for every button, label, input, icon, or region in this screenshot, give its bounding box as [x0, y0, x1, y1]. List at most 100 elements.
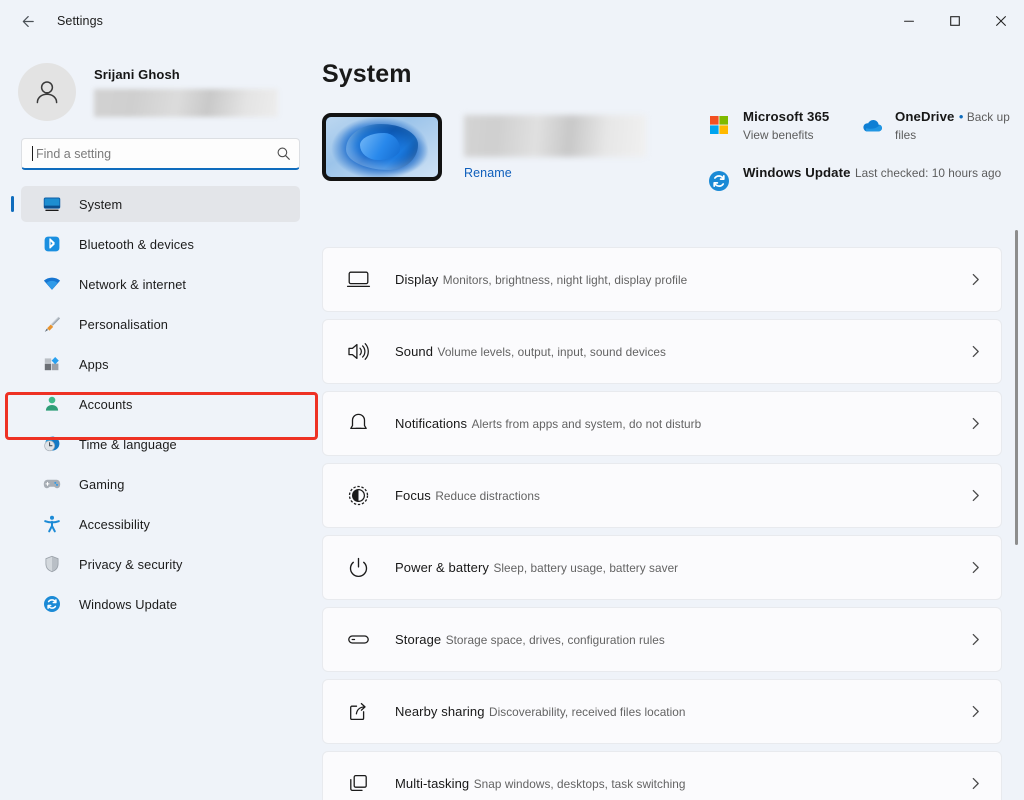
settings-item-subtitle: Storage space, drives, configuration rul… — [445, 632, 665, 647]
service-microsoft-365[interactable]: Microsoft 365 View benefits — [706, 108, 858, 144]
window-title: Settings — [57, 14, 103, 28]
storage-drive-icon — [343, 625, 373, 655]
maximize-icon — [950, 16, 960, 26]
chevron-right-icon[interactable] — [968, 776, 983, 791]
main-scrollbar[interactable] — [1015, 42, 1018, 800]
settings-item-title: Notifications — [395, 415, 468, 431]
sidebar-item-gaming[interactable]: Gaming — [21, 466, 300, 502]
chevron-right-icon[interactable] — [968, 560, 983, 575]
paintbrush-icon — [41, 313, 63, 335]
sidebar-item-accessibility[interactable]: Accessibility — [21, 506, 300, 542]
service-subtitle: Last checked: 10 hours ago — [854, 166, 1002, 180]
search-input[interactable] — [33, 146, 276, 161]
apps-grid-icon — [41, 353, 63, 375]
shield-icon — [41, 553, 63, 575]
settings-item-title: Sound — [395, 343, 434, 359]
settings-item-title: Power & battery — [395, 559, 489, 575]
power-icon — [343, 553, 373, 583]
search-box[interactable] — [21, 138, 300, 170]
sidebar-item-network-internet[interactable]: Network & internet — [21, 266, 300, 302]
sidebar-item-personalisation[interactable]: Personalisation — [21, 306, 300, 342]
settings-item-body: Focus Reduce distractions — [395, 487, 968, 505]
settings-item-subtitle: Reduce distractions — [435, 488, 540, 503]
settings-item-body: Multi-tasking Snap windows, desktops, ta… — [395, 775, 968, 793]
settings-item-focus[interactable]: Focus Reduce distractions — [322, 463, 1002, 528]
settings-item-title: Display — [395, 271, 439, 287]
wifi-icon — [41, 273, 63, 295]
sidebar-item-label: Network & internet — [79, 276, 187, 292]
service-title: Windows Update — [743, 165, 851, 180]
sidebar-item-label: Time & language — [79, 436, 177, 452]
sidebar-item-label: Privacy & security — [79, 556, 183, 572]
chevron-right-icon[interactable] — [968, 704, 983, 719]
rename-link[interactable]: Rename — [464, 166, 646, 180]
sidebar-item-time-language[interactable]: Time & language — [21, 426, 300, 462]
chevron-right-icon[interactable] — [968, 272, 983, 287]
chevron-right-icon[interactable] — [968, 344, 983, 359]
settings-item-title: Nearby sharing — [395, 703, 485, 719]
profile-text: Srijani Ghosh — [94, 67, 278, 117]
settings-item-notifications[interactable]: Notifications Alerts from apps and syste… — [322, 391, 1002, 456]
settings-window: Settings Srijani Ghosh Find a setting Sy… — [0, 0, 1024, 800]
services-row-top: Microsoft 365 View benefits OneDrive • B… — [706, 108, 1022, 144]
settings-item-body: Sound Volume levels, output, input, soun… — [395, 343, 968, 361]
clock-globe-icon — [41, 433, 63, 455]
settings-item-title: Focus — [395, 487, 431, 503]
minimize-button[interactable] — [886, 0, 932, 42]
settings-item-title: Multi-tasking — [395, 775, 470, 791]
settings-item-subtitle: Monitors, brightness, night light, displ… — [442, 272, 688, 287]
search-container — [21, 138, 300, 170]
settings-item-body: Display Monitors, brightness, night ligh… — [395, 271, 968, 289]
sidebar-item-label: Apps — [79, 356, 109, 372]
user-profile[interactable]: Srijani Ghosh — [0, 42, 320, 128]
person-avatar-icon — [36, 81, 58, 104]
speaker-icon — [343, 337, 373, 367]
chevron-right-icon[interactable] — [968, 488, 983, 503]
scrollbar-thumb[interactable] — [1015, 230, 1018, 545]
close-button[interactable] — [978, 0, 1024, 42]
settings-item-nearby-sharing[interactable]: Nearby sharing Discoverability, received… — [322, 679, 1002, 744]
settings-item-storage[interactable]: Storage Storage space, drives, configura… — [322, 607, 1002, 672]
page-title: System — [322, 60, 412, 88]
avatar — [18, 63, 76, 121]
settings-item-power-battery[interactable]: Power & battery Sleep, battery usage, ba… — [322, 535, 1002, 600]
focus-moon-icon — [343, 481, 373, 511]
settings-item-sound[interactable]: Sound Volume levels, output, input, soun… — [322, 319, 1002, 384]
settings-item-multi-tasking[interactable]: Multi-tasking Snap windows, desktops, ta… — [322, 751, 1002, 800]
sidebar-item-bluetooth-devices[interactable]: Bluetooth & devices — [21, 226, 300, 262]
sidebar-item-windows-update[interactable]: Windows Update — [21, 586, 300, 622]
account-person-icon — [41, 393, 63, 415]
settings-item-display[interactable]: Display Monitors, brightness, night ligh… — [322, 247, 1002, 312]
service-title: OneDrive — [895, 109, 955, 124]
onedrive-cloud-icon — [858, 112, 884, 138]
service-text: Microsoft 365 View benefits — [743, 108, 858, 144]
sidebar-item-apps[interactable]: Apps — [21, 346, 300, 382]
search-icon[interactable] — [276, 146, 291, 161]
service-windows-update[interactable]: Windows Update Last checked: 10 hours ag… — [706, 164, 1022, 194]
magnifier-glyph — [277, 147, 290, 160]
gamepad-icon — [41, 473, 63, 495]
settings-item-subtitle: Volume levels, output, input, sound devi… — [437, 344, 666, 359]
settings-item-subtitle: Snap windows, desktops, task switching — [473, 776, 686, 791]
minimize-icon — [904, 20, 914, 22]
service-subtitle: View benefits — [743, 128, 814, 142]
maximize-button[interactable] — [932, 0, 978, 42]
sidebar-item-label: Gaming — [79, 476, 125, 492]
sidebar-item-label: Accessibility — [79, 516, 150, 532]
update-sync-icon — [706, 168, 732, 194]
sidebar-item-system[interactable]: System — [21, 186, 300, 222]
windows-wallpaper-thumbnail — [322, 113, 442, 181]
service-text: Windows Update Last checked: 10 hours ag… — [743, 164, 1001, 182]
profile-name: Srijani Ghosh — [94, 67, 180, 82]
device-name-redacted — [464, 115, 646, 157]
sidebar-item-label: Accounts — [79, 396, 133, 412]
sidebar-item-label: Personalisation — [79, 316, 168, 332]
chevron-right-icon[interactable] — [968, 632, 983, 647]
service-onedrive[interactable]: OneDrive • Back up files — [858, 108, 1018, 144]
sidebar-item-privacy-security[interactable]: Privacy & security — [21, 546, 300, 582]
sidebar-item-accounts[interactable]: Accounts — [21, 386, 300, 422]
chevron-right-icon[interactable] — [968, 416, 983, 431]
back-button[interactable] — [10, 6, 44, 36]
close-icon — [996, 16, 1006, 26]
device-meta: Rename — [464, 113, 646, 181]
